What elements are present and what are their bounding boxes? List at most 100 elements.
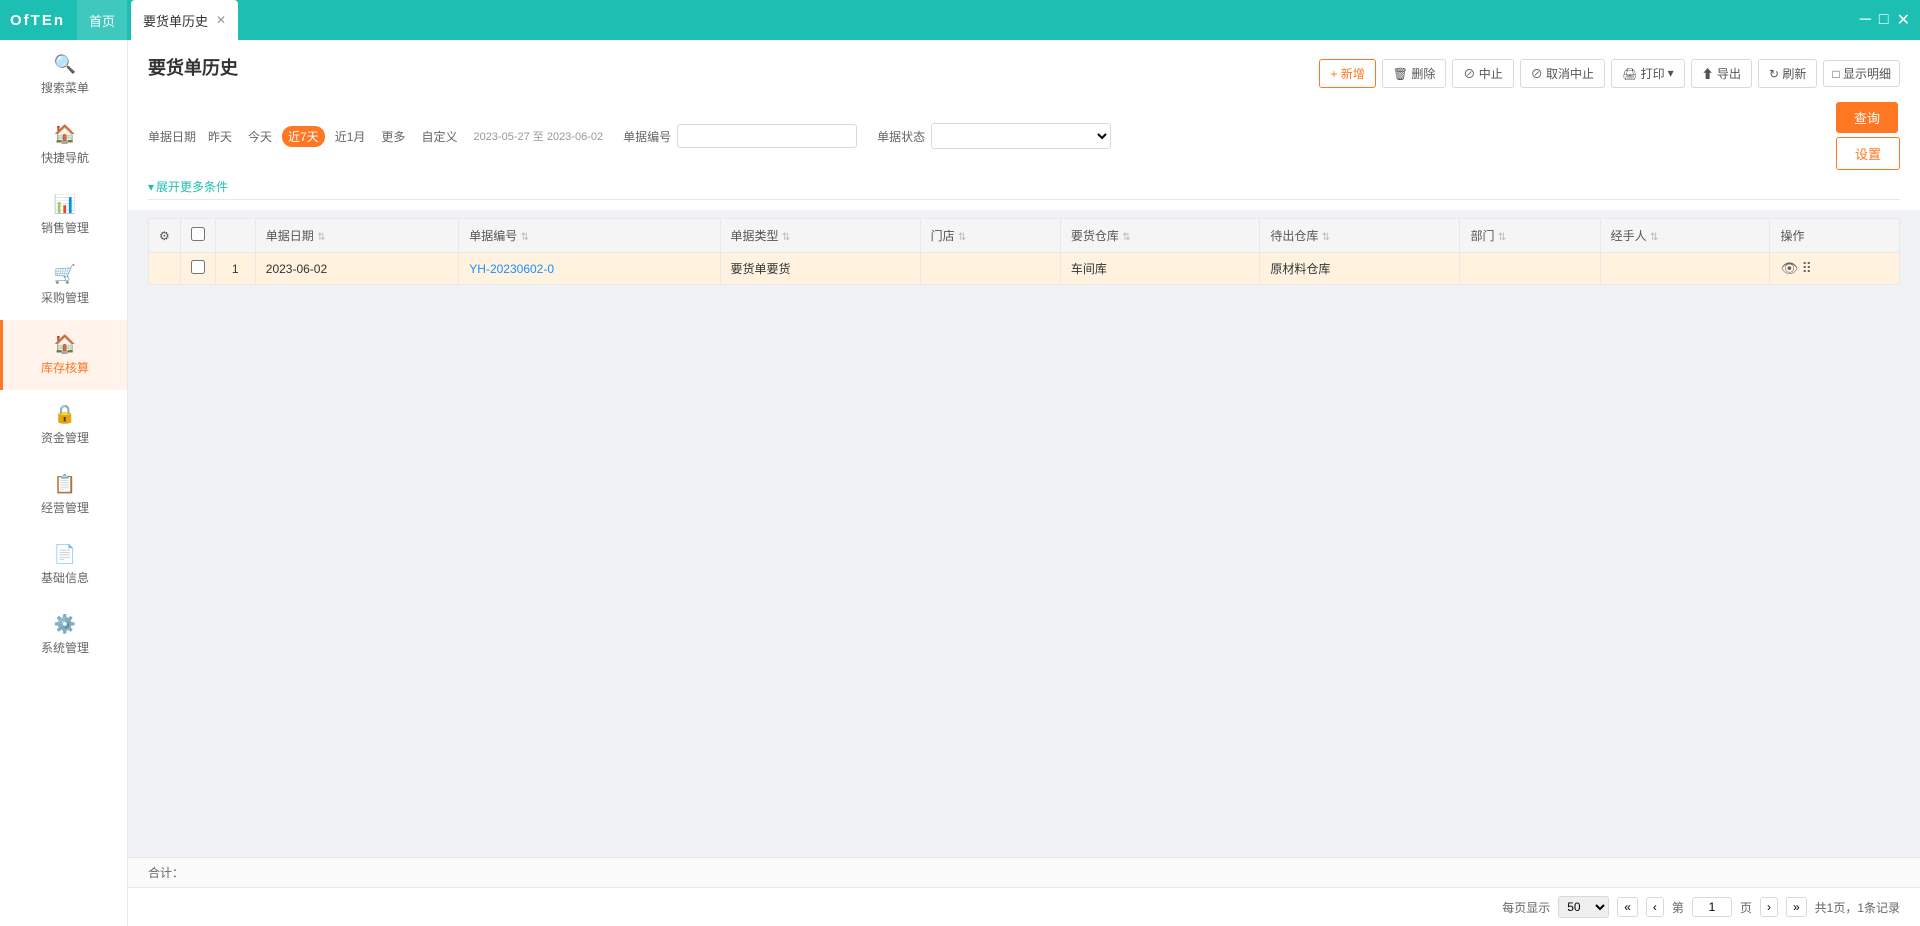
col-header-pending-warehouse[interactable]: 待出仓库 ⇅ [1260, 219, 1460, 253]
display-detail-button[interactable]: □ 显示明细 [1823, 60, 1900, 87]
close-window-button[interactable]: ✕ [1897, 10, 1910, 30]
sidebar-item-finance[interactable]: 🔒 资金管理 [0, 390, 127, 460]
sidebar-item-operations[interactable]: 📋 经营管理 [0, 460, 127, 530]
total-records-label: 共1页，1条记录 [1815, 899, 1900, 916]
print-button[interactable]: 🖨 打印 ▾ [1611, 59, 1685, 88]
expand-more-icon: ▾ [148, 180, 154, 194]
delete-button[interactable]: 🗑 删除 [1382, 59, 1447, 88]
row-settings [149, 253, 181, 285]
sidebar-item-system[interactable]: ⚙️ 系统管理 [0, 600, 127, 670]
sort-doc-date-icon: ⇅ [317, 232, 325, 243]
sidebar-item-quick-nav-label: 快捷导航 [41, 149, 89, 166]
row-store [920, 253, 1060, 285]
table-footer: 合计： [128, 857, 1920, 887]
prev-page-button[interactable]: ‹ [1646, 897, 1664, 917]
first-page-button[interactable]: « [1617, 897, 1638, 917]
row-view-icon[interactable]: 👁 [1780, 260, 1798, 276]
query-button[interactable]: 查询 [1836, 102, 1898, 133]
basic-info-icon: 📄 [54, 544, 76, 565]
sidebar: 🔍 搜索菜单 🏠 快捷导航 📊 销售管理 🛒 采购管理 🏠 库存核算 🔒 [0, 40, 128, 926]
col-header-handler[interactable]: 经手人 ⇅ [1600, 219, 1770, 253]
date-opt-more[interactable]: 更多 [375, 126, 411, 147]
total-label: 合计： [148, 866, 184, 880]
row-checkbox[interactable] [191, 260, 205, 274]
next-page-button[interactable]: › [1760, 897, 1778, 917]
table-row: 1 2023-06-02 YH-20230602-0 要货单要货 车间库 原材料… [149, 253, 1900, 285]
sidebar-item-purchase[interactable]: 🛒 采购管理 [0, 250, 127, 320]
pagination-area: 每页显示 50 100 « ‹ 第 页 › » 共1页，1条记录 [128, 887, 1920, 926]
last-page-button[interactable]: » [1786, 897, 1807, 917]
row-more-icon[interactable]: ⠿ [1802, 260, 1812, 276]
row-request-warehouse: 车间库 [1060, 253, 1259, 285]
top-bar-right: ─ □ ✕ [1860, 10, 1910, 30]
page-unit: 页 [1740, 899, 1752, 916]
col-header-check [180, 219, 215, 253]
sidebar-item-basic-info[interactable]: 📄 基础信息 [0, 530, 127, 600]
filter-area: 单据日期 昨天 今天 近7天 近1月 更多 自定义 2023-05-27 至 2… [148, 102, 1900, 200]
page-input[interactable] [1692, 897, 1732, 917]
cancel-stop-button[interactable]: ⊘ 取消中止 [1520, 59, 1605, 88]
sidebar-item-quick-nav[interactable]: 🏠 快捷导航 [0, 110, 127, 180]
sidebar-item-basic-info-label: 基础信息 [41, 569, 89, 586]
maximize-button[interactable]: □ [1879, 11, 1889, 29]
table-header-row: ⚙ 单据日期 ⇅ 单据编号 ⇅ [149, 219, 1900, 253]
setting-button[interactable]: 设置 [1836, 137, 1900, 170]
sort-store-icon: ⇅ [958, 232, 966, 243]
top-bar: OfTEn 首页 要货单历史 ✕ ─ □ ✕ [0, 0, 1920, 40]
page-title: 要货单历史 [148, 54, 238, 80]
col-header-request-warehouse[interactable]: 要货仓库 ⇅ [1060, 219, 1259, 253]
doc-number-input[interactable] [677, 124, 857, 148]
sidebar-item-finance-label: 资金管理 [41, 429, 89, 446]
refresh-button[interactable]: ↻ 刷新 [1758, 59, 1817, 88]
tab-home[interactable]: 首页 [77, 0, 127, 40]
date-options: 昨天 今天 近7天 近1月 更多 自定义 [202, 126, 463, 147]
date-filter-label: 单据日期 [148, 128, 196, 145]
date-opt-1month[interactable]: 近1月 [329, 126, 372, 147]
new-button[interactable]: + 新增 [1319, 59, 1375, 88]
expand-more-button[interactable]: ▾ 展开更多条件 [148, 178, 1900, 195]
sidebar-item-search-menu[interactable]: 🔍 搜索菜单 [0, 40, 127, 110]
date-opt-yesterday[interactable]: 昨天 [202, 126, 238, 147]
doc-status-select[interactable] [931, 123, 1111, 149]
print-dropdown-icon[interactable]: ▾ [1668, 66, 1674, 80]
minimize-button[interactable]: ─ [1860, 11, 1871, 29]
sidebar-item-operations-label: 经营管理 [41, 499, 89, 516]
per-page-select[interactable]: 50 100 [1558, 896, 1609, 918]
table-wrapper: ⚙ 单据日期 ⇅ 单据编号 ⇅ [128, 218, 1920, 857]
date-range-text: 2023-05-27 至 2023-06-02 [473, 128, 603, 144]
col-header-doc-date[interactable]: 单据日期 ⇅ [255, 219, 459, 253]
stop-button[interactable]: ⊘ 中止 [1452, 59, 1513, 88]
date-opt-custom[interactable]: 自定义 [415, 126, 463, 147]
col-header-action: 操作 [1770, 219, 1900, 253]
date-opt-today[interactable]: 今天 [242, 126, 278, 147]
sales-icon: 📊 [54, 194, 76, 215]
date-opt-7days[interactable]: 近7天 [282, 126, 325, 147]
header-actions: + 新增 🗑 删除 ⊘ 中止 ⊘ 取消中止 🖨 打印 ▾ ⬆ 导出 ↻ 刷新 □… [1319, 59, 1900, 88]
col-header-department[interactable]: 部门 ⇅ [1460, 219, 1600, 253]
col-header-doc-type[interactable]: 单据类型 ⇅ [720, 219, 920, 253]
export-button[interactable]: ⬆ 导出 [1691, 59, 1752, 88]
col-header-store[interactable]: 门店 ⇅ [920, 219, 1060, 253]
tab-close-icon[interactable]: ✕ [216, 13, 226, 27]
select-all-checkbox[interactable] [191, 227, 205, 241]
tab-active-label: 要货单历史 [143, 11, 208, 30]
row-doc-type: 要货单要货 [720, 253, 920, 285]
doc-number-link[interactable]: YH-20230602-0 [469, 262, 554, 276]
tab-active[interactable]: 要货单历史 ✕ [131, 0, 238, 40]
sidebar-item-sales[interactable]: 📊 销售管理 [0, 180, 127, 250]
col-header-settings[interactable]: ⚙ [149, 219, 181, 253]
tab-home-label: 首页 [89, 11, 115, 30]
operations-icon: 📋 [54, 474, 76, 495]
doc-number-label: 单据编号 [623, 128, 671, 145]
sidebar-item-inventory[interactable]: 🏠 库存核算 [0, 320, 127, 390]
sidebar-item-purchase-label: 采购管理 [41, 289, 89, 306]
row-doc-number: YH-20230602-0 [459, 253, 720, 285]
col-header-num [215, 219, 255, 253]
sidebar-item-inventory-label: 库存核算 [41, 359, 89, 376]
purchase-icon: 🛒 [54, 264, 76, 285]
sort-department-icon: ⇅ [1498, 232, 1506, 243]
data-table: ⚙ 单据日期 ⇅ 单据编号 ⇅ [148, 218, 1900, 285]
inventory-icon: 🏠 [54, 334, 76, 355]
per-page-label: 每页显示 [1502, 899, 1550, 916]
col-header-doc-number[interactable]: 单据编号 ⇅ [459, 219, 720, 253]
